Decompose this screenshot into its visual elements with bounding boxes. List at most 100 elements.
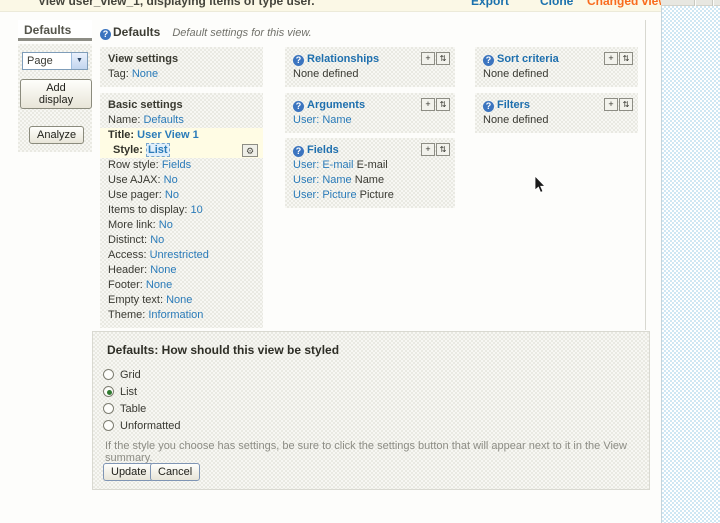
- field-row: User: Name Name: [293, 173, 447, 188]
- tab-defaults[interactable]: Defaults: [18, 20, 92, 41]
- page-title: View user_view_1, displaying items of ty…: [38, 0, 315, 8]
- setting-row: Access: Unrestricted: [108, 248, 255, 263]
- radio-option-grid[interactable]: Grid: [103, 369, 141, 381]
- changed-view-status: Changed view: [587, 0, 661, 8]
- radio-icon[interactable]: [103, 403, 114, 414]
- sort-criteria-title-link[interactable]: Sort criteria: [497, 53, 559, 65]
- argument-link[interactable]: User: Name: [293, 114, 352, 126]
- tag-value-link[interactable]: None: [132, 68, 158, 80]
- radio-selected-icon[interactable]: [103, 386, 114, 397]
- setting-row: More link: No: [108, 218, 255, 233]
- arguments-title-link[interactable]: Arguments: [307, 99, 365, 111]
- setting-label: Title:: [108, 129, 134, 141]
- setting-row: Tag: None: [108, 67, 255, 82]
- radio-option-list[interactable]: List: [103, 386, 137, 398]
- setting-label: Distinct:: [108, 234, 147, 246]
- update-button[interactable]: Update: [103, 463, 154, 481]
- help-icon[interactable]: ?: [483, 55, 494, 66]
- items-to-display-value-link[interactable]: 10: [191, 204, 203, 216]
- add-icon[interactable]: +: [604, 52, 618, 65]
- use-pager-value-link[interactable]: No: [165, 189, 179, 201]
- views-edit-page: { "title_bar": { "title": "View user_vie…: [0, 0, 720, 523]
- view-title-bar: View user_view_1, displaying items of ty…: [0, 0, 661, 12]
- radio-option-table[interactable]: Table: [103, 403, 146, 415]
- field-row: User: Picture Picture: [293, 188, 447, 203]
- help-icon[interactable]: ?: [293, 101, 304, 112]
- analyze-button[interactable]: Analyze: [29, 126, 84, 144]
- empty-text-value-link[interactable]: None: [166, 294, 192, 306]
- display-sidebar: Page ▼ Add display Analyze: [18, 44, 92, 152]
- field-link[interactable]: User: Picture: [293, 189, 357, 201]
- filters-box: ?Filters +⇅ None defined: [475, 93, 638, 133]
- relationships-body: None defined: [293, 67, 447, 82]
- sort-criteria-header: ?Sort criteria +⇅: [483, 52, 630, 67]
- add-icon[interactable]: +: [604, 98, 618, 111]
- help-icon[interactable]: ?: [293, 55, 304, 66]
- use-ajax-value-link[interactable]: No: [164, 174, 178, 186]
- display-type-select-value: Page: [27, 55, 53, 67]
- help-icon[interactable]: ?: [483, 101, 494, 112]
- add-icon[interactable]: +: [421, 52, 435, 65]
- rearrange-icon[interactable]: ⇅: [436, 52, 450, 65]
- view-summary-panel: ?DefaultsDefault settings for this view.…: [92, 20, 646, 330]
- sort-criteria-body: None defined: [483, 67, 630, 82]
- setting-row: Theme: Information: [108, 308, 255, 323]
- summary-header: ?DefaultsDefault settings for this view.: [100, 25, 312, 40]
- theme-value-link[interactable]: Information: [148, 309, 203, 321]
- page-background-pattern: [661, 6, 720, 523]
- setting-label: Empty text:: [108, 294, 163, 306]
- fields-title-link[interactable]: Fields: [307, 144, 339, 156]
- summary-description: Default settings for this view.: [172, 27, 311, 39]
- clone-link[interactable]: Clone: [540, 0, 573, 8]
- filters-header: ?Filters +⇅: [483, 98, 630, 113]
- name-value-link[interactable]: Defaults: [143, 114, 183, 126]
- help-icon[interactable]: ?: [100, 29, 111, 40]
- add-display-button[interactable]: Add display: [20, 79, 92, 109]
- cancel-button[interactable]: Cancel: [150, 463, 200, 481]
- rearrange-icon[interactable]: ⇅: [436, 98, 450, 111]
- style-value-link[interactable]: List: [146, 143, 170, 157]
- add-icon[interactable]: +: [421, 143, 435, 156]
- radio-icon[interactable]: [103, 420, 114, 431]
- relationships-header: ?Relationships +⇅: [293, 52, 447, 67]
- view-settings-box: View settings Tag: None: [100, 47, 263, 87]
- setting-row-changed: Style: List ⚙: [100, 143, 263, 158]
- setting-row: Footer: None: [108, 278, 255, 293]
- radio-icon[interactable]: [103, 369, 114, 380]
- relationships-title-link[interactable]: Relationships: [307, 53, 379, 65]
- setting-row: Use pager: No: [108, 188, 255, 203]
- field-link[interactable]: User: Name: [293, 174, 352, 186]
- export-link[interactable]: Export: [471, 0, 509, 8]
- setting-label: Items to display:: [108, 204, 187, 216]
- rearrange-icon[interactable]: ⇅: [619, 98, 633, 111]
- setting-row: Empty text: None: [108, 293, 255, 308]
- radio-option-unformatted[interactable]: Unformatted: [103, 420, 181, 432]
- title-value-link[interactable]: User View 1: [137, 129, 199, 141]
- distinct-value-link[interactable]: No: [150, 234, 164, 246]
- add-icon[interactable]: +: [421, 98, 435, 111]
- relationships-box: ?Relationships +⇅ None defined: [285, 47, 455, 87]
- field-link[interactable]: User: E-mail: [293, 159, 354, 171]
- field-label: Name: [355, 174, 384, 186]
- access-value-link[interactable]: Unrestricted: [150, 249, 209, 261]
- setting-row: Name: Defaults: [108, 113, 255, 128]
- fields-box: ?Fields +⇅ User: E-mail E-mail User: Nam…: [285, 138, 455, 208]
- setting-label: Header:: [108, 264, 147, 276]
- filters-title-link[interactable]: Filters: [497, 99, 530, 111]
- help-icon[interactable]: ?: [293, 146, 304, 157]
- more-link-value-link[interactable]: No: [159, 219, 173, 231]
- setting-label: Footer:: [108, 279, 143, 291]
- row-style-value-link[interactable]: Fields: [162, 159, 191, 171]
- setting-label: Use AJAX:: [108, 174, 161, 186]
- setting-label: Row style:: [108, 159, 159, 171]
- basic-settings-box: Basic settings Name: Defaults Title: Use…: [100, 93, 263, 328]
- header-value-link[interactable]: None: [150, 264, 176, 276]
- rearrange-icon[interactable]: ⇅: [436, 143, 450, 156]
- gear-icon[interactable]: ⚙: [242, 144, 258, 157]
- radio-label: Unformatted: [120, 420, 181, 432]
- footer-value-link[interactable]: None: [146, 279, 172, 291]
- radio-label: Table: [120, 403, 146, 415]
- rearrange-icon[interactable]: ⇅: [619, 52, 633, 65]
- radio-label: List: [120, 386, 137, 398]
- display-type-select[interactable]: Page ▼: [22, 52, 88, 70]
